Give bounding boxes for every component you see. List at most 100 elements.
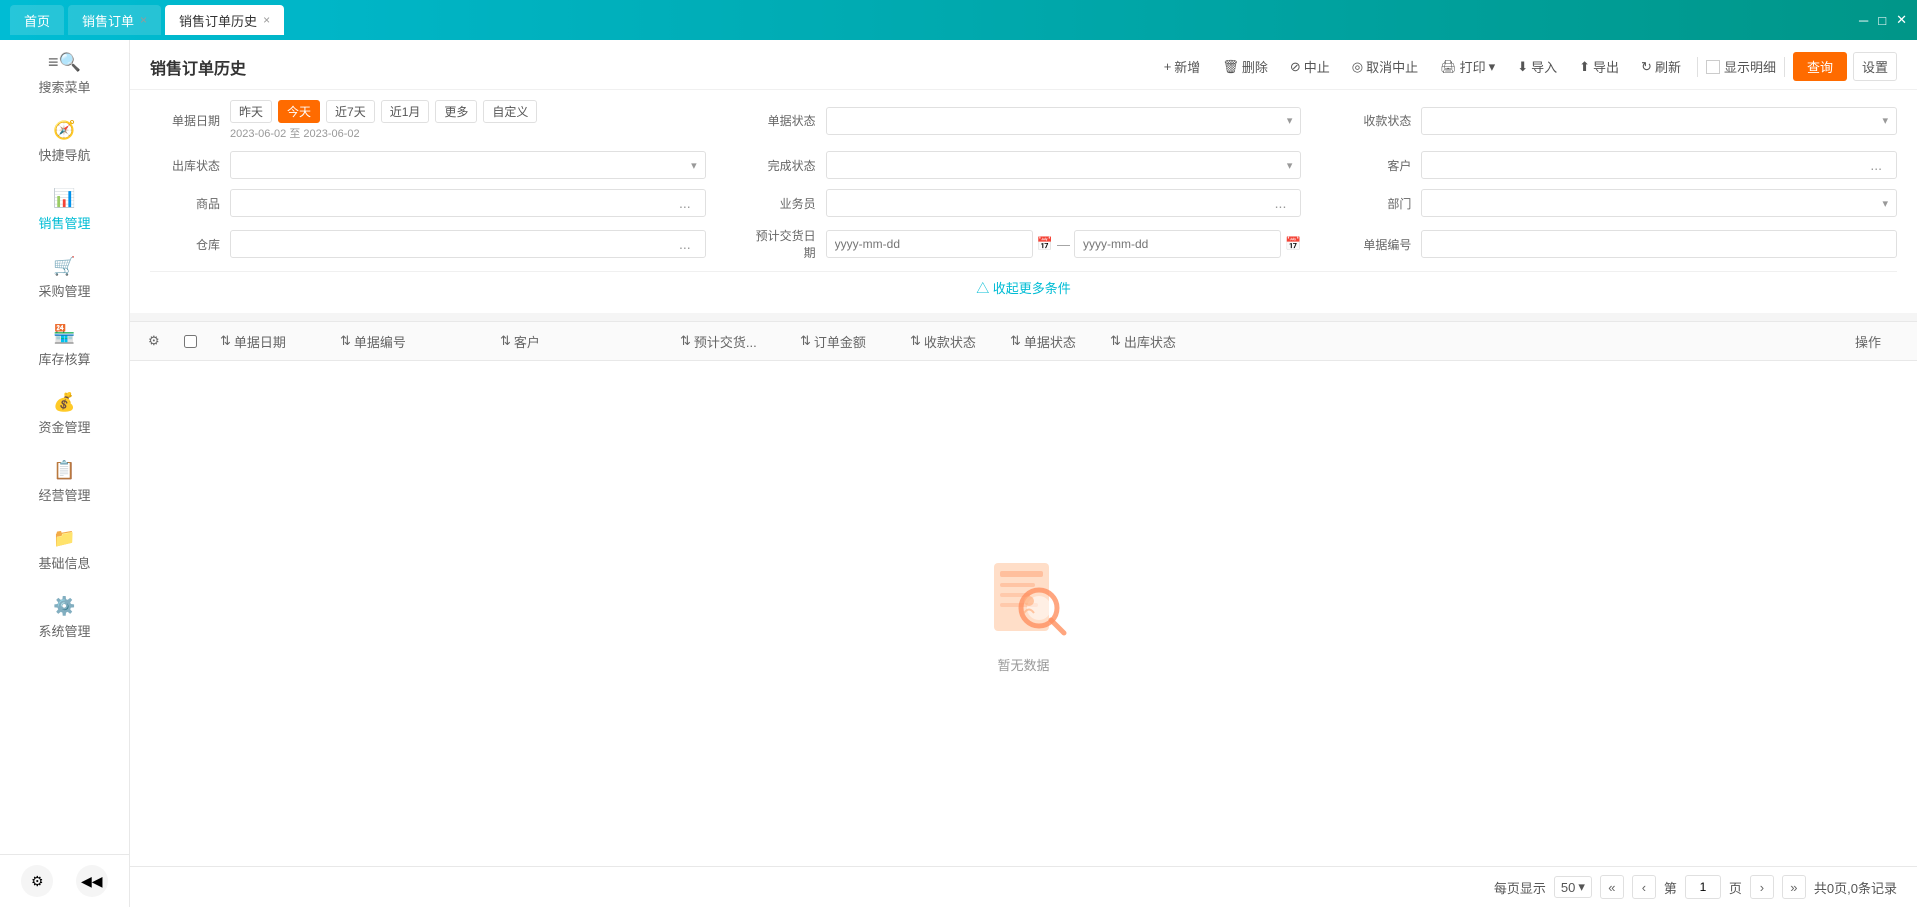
warehouse-ellipsis[interactable]: ...: [673, 236, 697, 252]
delivery-date-start-input[interactable]: [826, 230, 1033, 258]
sort-status-icon: ⇅: [1010, 333, 1021, 349]
sidebar-item-inventory[interactable]: 🏪 库存核算: [0, 312, 129, 380]
date-btn-custom[interactable]: 自定义: [483, 100, 537, 123]
sort-payment-icon: ⇅: [910, 333, 921, 349]
maximize-button[interactable]: □: [1878, 13, 1886, 28]
date-btn-yesterday[interactable]: 昨天: [230, 100, 272, 123]
product-ellipsis[interactable]: ...: [673, 195, 697, 211]
select-all-checkbox[interactable]: [184, 335, 197, 348]
filter-area: 单据日期 昨天 今天 近7天 近1月 更多 自定义 2023-06-02 至 2…: [130, 89, 1917, 313]
order-status-select[interactable]: ▾: [826, 107, 1302, 135]
order-number-field: [1421, 230, 1897, 258]
stop-button[interactable]: ⊘ 中止: [1282, 53, 1338, 80]
th-amount[interactable]: ⇅ 订单金额: [792, 332, 902, 351]
refresh-button[interactable]: ↻ 刷新: [1633, 53, 1689, 80]
tab-sales-order-history[interactable]: 销售订单历史 ×: [165, 5, 284, 35]
customer-ellipsis[interactable]: ...: [1864, 157, 1888, 173]
empty-icon: [974, 553, 1074, 643]
salesperson-label: 业务员: [746, 195, 826, 212]
prev-page-button[interactable]: ‹: [1632, 875, 1656, 899]
table-header: ⚙ ⇅ 单据日期 ⇅ 单据编号 ⇅ 客户 ⇅: [130, 321, 1917, 361]
filter-row-3: 商品 ... 业务员 ... 部门: [150, 189, 1897, 217]
th-checkbox[interactable]: [176, 335, 212, 348]
new-icon: +: [1164, 59, 1172, 74]
page-size-selector[interactable]: 50 ▾: [1554, 876, 1592, 898]
delete-button[interactable]: 🗑 删除: [1214, 53, 1276, 80]
th-customer[interactable]: ⇅ 客户: [492, 332, 672, 351]
query-button[interactable]: 查询: [1793, 52, 1847, 81]
import-button[interactable]: ⬇ 导入: [1509, 53, 1565, 80]
sidebar-item-search-menu[interactable]: ≡🔍 搜索菜单: [0, 40, 129, 108]
complete-status-label: 完成状态: [746, 157, 826, 174]
sort-delivery-icon: ⇅: [680, 333, 691, 349]
th-order[interactable]: ⇅ 单据编号: [332, 332, 492, 351]
filter-row-2: 出库状态 ▾ 完成状态 ▾ 客户: [150, 151, 1897, 179]
complete-status-chevron-icon: ▾: [1287, 159, 1293, 172]
calendar-end-icon[interactable]: 📅: [1285, 236, 1301, 252]
tab-sales-order[interactable]: 销售订单 ×: [68, 5, 161, 35]
close-tab-history[interactable]: ×: [263, 13, 270, 27]
settings-button[interactable]: 设置: [1853, 52, 1897, 81]
order-number-input[interactable]: [1421, 230, 1897, 258]
export-icon: ⬆: [1579, 59, 1590, 75]
page-header: 销售订单历史 + 新增 🗑 删除 ⊘ 中止 ◎ 取消中止: [130, 40, 1917, 89]
last-page-button[interactable]: »: [1782, 875, 1806, 899]
warehouse-status-select[interactable]: ▾: [230, 151, 706, 179]
order-status-chevron-icon: ▾: [1287, 114, 1293, 127]
sidebar-item-sales[interactable]: 📊 销售管理: [0, 176, 129, 244]
display-detail-toggle[interactable]: 显示明细: [1706, 57, 1776, 76]
sidebar-item-basic-info[interactable]: 📁 基础信息: [0, 516, 129, 584]
calendar-start-icon[interactable]: 📅: [1037, 236, 1053, 252]
print-icon: 🖨: [1440, 59, 1457, 75]
sidebar-item-purchase[interactable]: 🛒 采购管理: [0, 244, 129, 312]
print-button[interactable]: 🖨 打印 ▾: [1432, 53, 1503, 80]
export-button[interactable]: ⬆ 导出: [1571, 53, 1627, 80]
department-select[interactable]: ▾: [1421, 189, 1897, 217]
sidebar-sound-btn[interactable]: ◀◀: [76, 865, 108, 897]
date-btn-1month[interactable]: 近1月: [381, 100, 430, 123]
th-settings[interactable]: ⚙: [140, 333, 176, 349]
date-btn-7days[interactable]: 近7天: [326, 100, 375, 123]
salesperson-select[interactable]: ...: [826, 189, 1302, 217]
product-select[interactable]: ...: [230, 189, 706, 217]
warehouse-label: 仓库: [150, 236, 230, 253]
delivery-date-label: 预计交货日期: [746, 227, 826, 261]
warehouse-field: ...: [230, 230, 706, 258]
date-btn-today[interactable]: 今天: [278, 100, 320, 123]
cancel-stop-button[interactable]: ◎ 取消中止: [1344, 53, 1426, 80]
th-order-status[interactable]: ⇅ 单据状态: [1002, 332, 1102, 351]
salesperson-ellipsis[interactable]: ...: [1269, 195, 1293, 211]
payment-status-label: 收款状态: [1341, 112, 1421, 129]
close-tab-sales-order[interactable]: ×: [140, 13, 147, 27]
customer-select[interactable]: ...: [1421, 151, 1897, 179]
close-button[interactable]: ✕: [1896, 12, 1907, 28]
sidebar-item-system[interactable]: ⚙️ 系统管理: [0, 584, 129, 652]
sidebar-settings-btn[interactable]: ⚙: [21, 865, 53, 897]
sidebar-item-quick-nav[interactable]: 🧭 快捷导航: [0, 108, 129, 176]
th-date[interactable]: ⇅ 单据日期: [212, 332, 332, 351]
th-delivery[interactable]: ⇅ 预计交货...: [672, 332, 792, 351]
search-menu-icon: ≡🔍: [48, 52, 81, 73]
payment-status-select[interactable]: ▾: [1421, 107, 1897, 135]
warehouse-select[interactable]: ...: [230, 230, 706, 258]
total-label: 共0页,0条记录: [1814, 878, 1897, 897]
tab-home[interactable]: 首页: [10, 5, 64, 35]
th-warehouse-status[interactable]: ⇅ 出库状态: [1102, 332, 1202, 351]
first-page-button[interactable]: «: [1600, 875, 1624, 899]
page-number-input[interactable]: [1685, 875, 1721, 899]
minimize-button[interactable]: ─: [1859, 13, 1868, 28]
sidebar-bottom: ⚙ ◀◀: [0, 854, 129, 907]
complete-status-select[interactable]: ▾: [826, 151, 1302, 179]
date-btn-more[interactable]: 更多: [435, 100, 477, 123]
page-suffix: 页: [1729, 878, 1742, 897]
next-page-button[interactable]: ›: [1750, 875, 1774, 899]
sidebar-item-finance[interactable]: 💰 资金管理: [0, 380, 129, 448]
refresh-icon: ↻: [1641, 59, 1652, 75]
collapse-bar[interactable]: △ 收起更多条件: [150, 271, 1897, 303]
display-detail-checkbox[interactable]: [1706, 60, 1720, 74]
sidebar-item-operation[interactable]: 📋 经营管理: [0, 448, 129, 516]
new-button[interactable]: + 新增: [1156, 53, 1209, 80]
delivery-date-end-input[interactable]: [1074, 230, 1281, 258]
th-payment-status[interactable]: ⇅ 收款状态: [902, 332, 1002, 351]
payment-status-field: ▾: [1421, 107, 1897, 135]
